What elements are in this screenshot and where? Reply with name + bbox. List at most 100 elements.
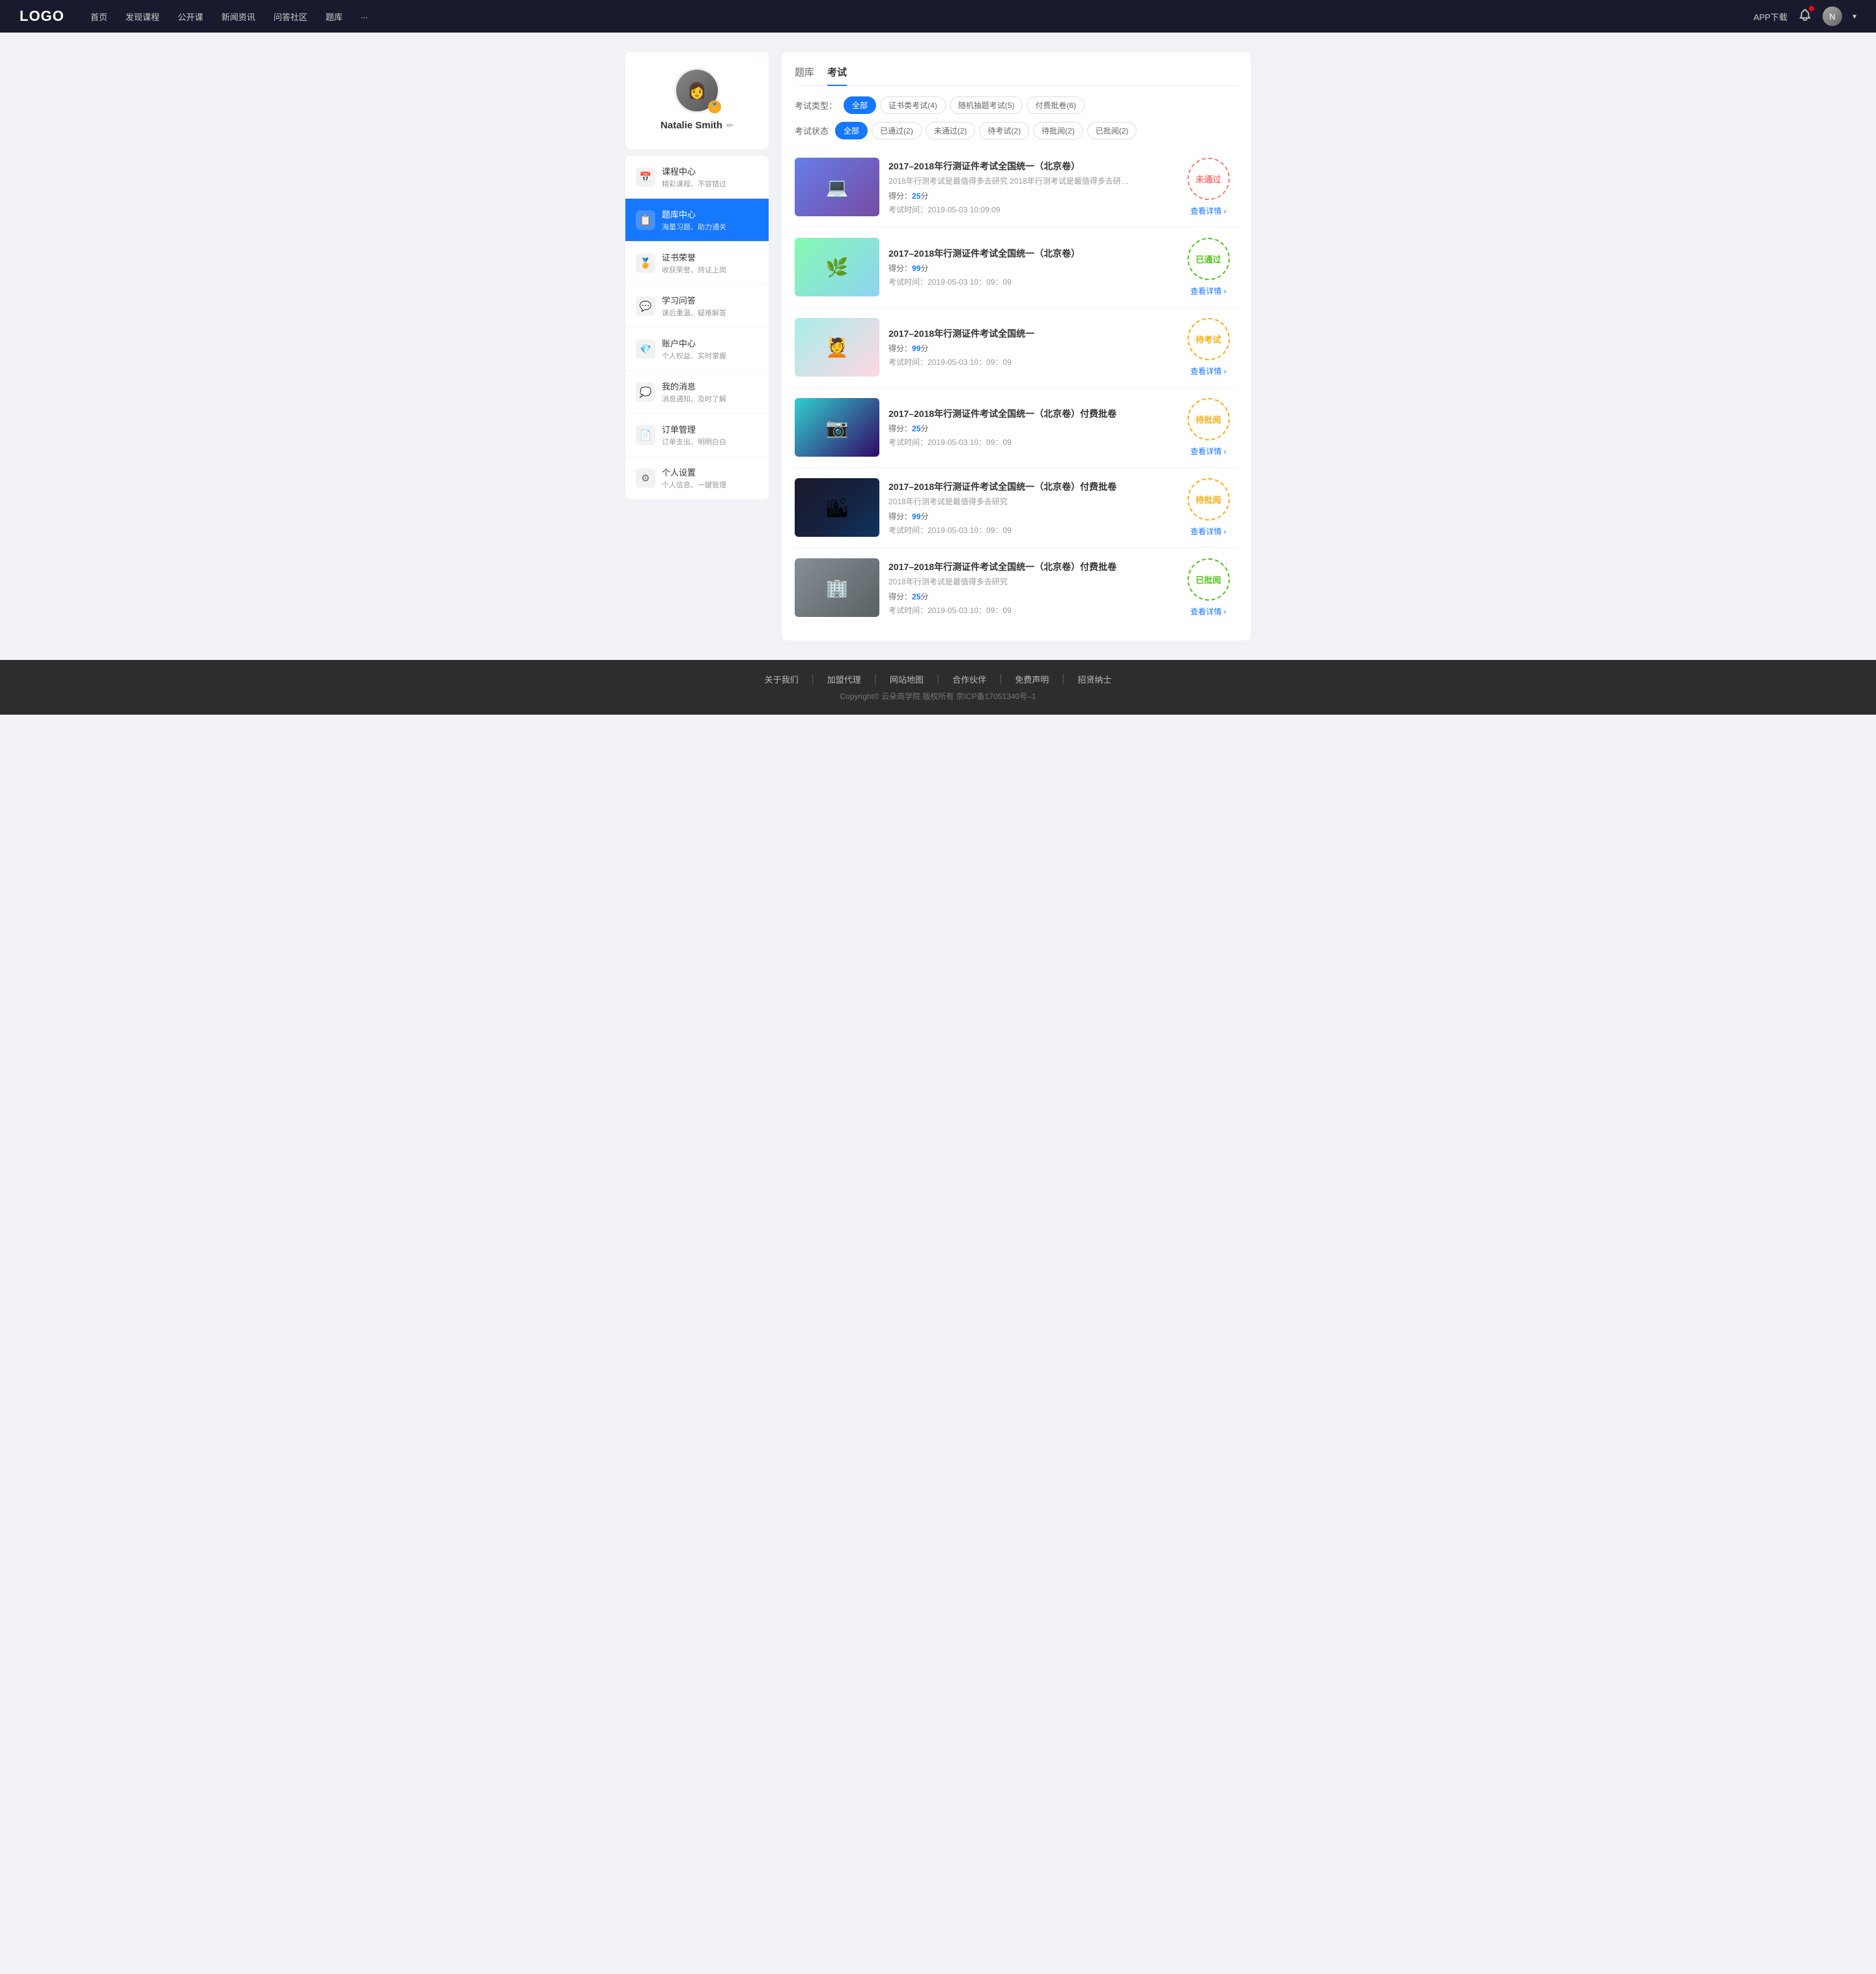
user-avatar[interactable]: N <box>1823 7 1842 26</box>
nav-link[interactable]: 公开课 <box>178 10 203 23</box>
exam-thumb-inner-3: 💆 <box>795 318 879 377</box>
sidebar-title-certificate: 证书荣誉 <box>662 251 758 263</box>
sidebar-item-course-center[interactable]: 📅 课程中心 精彩课程、不容错过 <box>625 156 769 199</box>
exam-time-6: 考试时间：2019-05-03 10：09：09 <box>888 605 1170 616</box>
sidebar-item-question-center[interactable]: 📋 题库中心 海量习题、助力通关 <box>625 199 769 242</box>
nav-link[interactable]: 新闻资讯 <box>221 10 255 23</box>
exam-status-filter-reviewed[interactable]: 已批阅(2) <box>1087 122 1137 139</box>
footer-link-1[interactable]: 加盟代理 <box>827 673 861 685</box>
sidebar-icon-settings: ⚙ <box>636 468 655 488</box>
footer-link-5[interactable]: 招贤纳士 <box>1077 673 1111 685</box>
profile-edit-icon[interactable]: ✏ <box>726 121 733 131</box>
sidebar-item-orders[interactable]: 📄 订单管理 订单支出、明明白白 <box>625 414 769 457</box>
exam-detail-link-1[interactable]: 查看详情 › <box>1190 205 1226 216</box>
sidebar-menu: 📅 课程中心 精彩课程、不容错过 📋 题库中心 海量习题、助力通关 🏅 证书荣誉… <box>625 156 769 499</box>
nav-link[interactable]: ... <box>361 10 368 23</box>
exam-list: 💻 2017–2018年行测证件考试全国统一（北京卷） 2018年行测考试是最值… <box>795 147 1238 627</box>
sidebar-text-messages: 我的消息 消息通知、及时了解 <box>662 380 758 404</box>
exam-thumb-inner-2: 🌿 <box>795 238 879 296</box>
exam-type-filter-random[interactable]: 随机抽题考试(5) <box>950 96 1023 114</box>
content-tabs: 题库考试 <box>795 65 1238 86</box>
footer-link-2[interactable]: 网站地图 <box>890 673 924 685</box>
exam-detail-link-3[interactable]: 查看详情 › <box>1190 365 1226 377</box>
sidebar-sub-settings: 个人信息、一键管理 <box>662 479 758 490</box>
exam-status-filter-passed[interactable]: 已通过(2) <box>872 122 922 139</box>
sidebar-title-question-center: 题库中心 <box>662 208 758 220</box>
exam-status-filter-pending-review[interactable]: 待批阅(2) <box>1033 122 1083 139</box>
main-container: 👩 🏅 Natalie Smith ✏ 📅 课程中心 精彩课程、不容错过 📋 题… <box>612 33 1264 660</box>
exam-status-badge-2: 已通过 <box>1187 238 1230 280</box>
exam-status-label: 考试状态 <box>795 124 829 137</box>
sidebar-item-qa[interactable]: 💬 学习问答 课后重温、疑难解答 <box>625 285 769 328</box>
footer-separator-4: | <box>1062 673 1064 685</box>
nav-link[interactable]: 题库 <box>326 10 343 23</box>
content-area: 题库考试 考试类型： 全部证书类考试(4)随机抽题考试(5)付费批卷(6) 考试… <box>782 52 1251 640</box>
footer-link-3[interactable]: 合作伙伴 <box>952 673 986 685</box>
exam-item-1: 💻 2017–2018年行测证件考试全国统一（北京卷） 2018年行测考试是最值… <box>795 147 1238 227</box>
exam-thumb-5: 🏙 <box>795 478 879 537</box>
exam-score-value-6: 25 <box>912 592 920 601</box>
exam-desc-1: 2018年行测考试是最值得多去研究 2018年行测考试是最值得多去研究 2018… <box>888 175 1136 186</box>
exam-detail-link-2[interactable]: 查看详情 › <box>1190 285 1226 296</box>
sidebar-title-qa: 学习问答 <box>662 294 758 306</box>
exam-status-filter-failed[interactable]: 未通过(2) <box>926 122 976 139</box>
exam-type-filter-certificate[interactable]: 证书类考试(4) <box>880 96 946 114</box>
exam-type-label: 考试类型： <box>795 99 837 111</box>
profile-avatar-wrap: 👩 🏅 <box>674 68 720 113</box>
sidebar-text-orders: 订单管理 订单支出、明明白白 <box>662 423 758 447</box>
footer-separator-2: | <box>937 673 939 685</box>
exam-detail-link-5[interactable]: 查看详情 › <box>1190 526 1226 537</box>
exam-detail-link-6[interactable]: 查看详情 › <box>1190 606 1226 617</box>
exam-score-value-2: 99 <box>912 264 920 273</box>
sidebar-icon-question-center: 📋 <box>636 210 655 230</box>
sidebar-item-account[interactable]: 💎 账户中心 个人权益、实时掌握 <box>625 328 769 371</box>
exam-item-4: 📷 2017–2018年行测证件考试全国统一（北京卷）付费批卷 得分：25分 考… <box>795 388 1238 468</box>
footer-link-0[interactable]: 关于我们 <box>765 673 799 685</box>
profile-name: Natalie Smith <box>661 120 722 131</box>
exam-score-2: 得分：99分 <box>888 263 1170 274</box>
exam-score-5: 得分：99分 <box>888 511 1170 522</box>
exam-right-3: 待考试 查看详情 › <box>1179 318 1238 377</box>
exam-thumb-6: 🏢 <box>795 558 879 617</box>
nav-link[interactable]: 首页 <box>91 10 107 23</box>
exam-status-badge-5: 待批阅 <box>1187 478 1230 521</box>
exam-item-6: 🏢 2017–2018年行测证件考试全国统一（北京卷）付费批卷 2018年行测考… <box>795 548 1238 627</box>
sidebar-title-settings: 个人设置 <box>662 466 758 478</box>
exam-info-6: 2017–2018年行测证件考试全国统一（北京卷）付费批卷 2018年行测考试是… <box>888 560 1170 616</box>
exam-right-1: 未通过 查看详情 › <box>1179 158 1238 216</box>
exam-status-filter-row: 考试状态 全部已通过(2)未通过(2)待考试(2)待批阅(2)已批阅(2) <box>795 122 1238 139</box>
exam-info-2: 2017–2018年行测证件考试全国统一（北京卷） 得分：99分 考试时间：20… <box>888 247 1170 287</box>
sidebar-item-certificate[interactable]: 🏅 证书荣誉 收获荣誉、持证上岗 <box>625 242 769 285</box>
navbar: LOGO 首页发现课程公开课新闻资讯问答社区题库... APP下载 N ▾ <box>0 0 1876 33</box>
user-menu-chevron[interactable]: ▾ <box>1853 12 1856 21</box>
profile-name-row: Natalie Smith ✏ <box>636 120 758 131</box>
notification-bell[interactable] <box>1798 8 1812 25</box>
exam-score-value-4: 25 <box>912 424 920 433</box>
footer-link-4[interactable]: 免费声明 <box>1015 673 1049 685</box>
app-download-link[interactable]: APP下载 <box>1754 10 1787 23</box>
sidebar-profile: 👩 🏅 Natalie Smith ✏ <box>625 52 769 149</box>
profile-badge-icon: 🏅 <box>708 100 721 113</box>
nav-link[interactable]: 发现课程 <box>126 10 160 23</box>
exam-type-filter-paid[interactable]: 付费批卷(6) <box>1027 96 1085 114</box>
sidebar-item-messages[interactable]: 💭 我的消息 消息通知、及时了解 <box>625 371 769 414</box>
sidebar: 👩 🏅 Natalie Smith ✏ 📅 课程中心 精彩课程、不容错过 📋 题… <box>625 52 769 640</box>
exam-status-filter-all[interactable]: 全部 <box>835 122 868 139</box>
exam-time-3: 考试时间：2019-05-03 10：09：09 <box>888 356 1170 367</box>
sidebar-icon-messages: 💭 <box>636 382 655 402</box>
exam-status-filter-pending[interactable]: 待考试(2) <box>979 122 1029 139</box>
nav-links: 首页 发现课程 公开课 新闻资讯 问答社区 题库... <box>91 10 1754 23</box>
tab-exam[interactable]: 考试 <box>827 65 847 85</box>
exam-detail-link-4[interactable]: 查看详情 › <box>1190 446 1226 457</box>
nav-link[interactable]: 问答社区 <box>274 10 307 23</box>
exam-type-filter-all[interactable]: 全部 <box>844 96 876 114</box>
notification-badge <box>1809 6 1814 11</box>
exam-title-2: 2017–2018年行测证件考试全国统一（北京卷） <box>888 247 1170 260</box>
sidebar-item-settings[interactable]: ⚙ 个人设置 个人信息、一键管理 <box>625 457 769 499</box>
exam-thumb-inner-5: 🏙 <box>795 478 879 537</box>
tab-question-bank[interactable]: 题库 <box>795 65 814 85</box>
sidebar-text-qa: 学习问答 课后重温、疑难解答 <box>662 294 758 318</box>
footer-separator-3: | <box>999 673 1002 685</box>
sidebar-text-settings: 个人设置 个人信息、一键管理 <box>662 466 758 490</box>
footer: 关于我们|加盟代理|网站地图|合作伙伴|免费声明|招贤纳士 Copyright©… <box>0 660 1876 715</box>
